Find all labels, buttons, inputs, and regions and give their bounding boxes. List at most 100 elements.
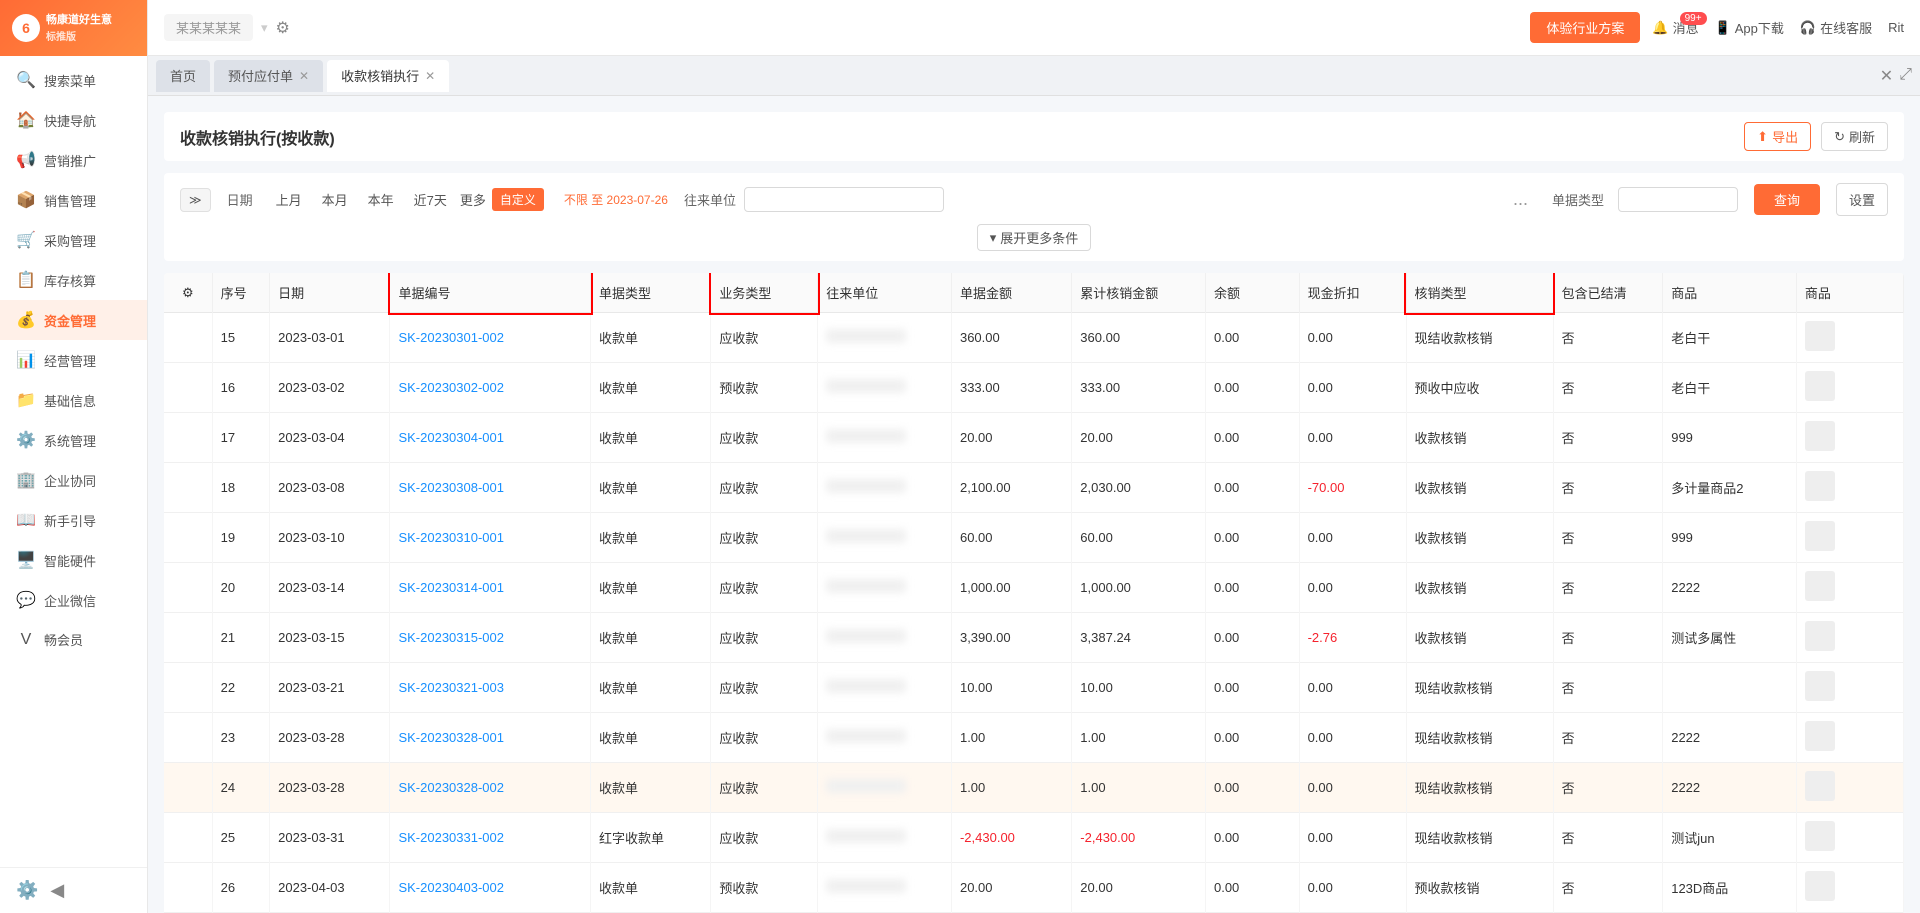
td-voucher-type: 收款单 [591, 613, 711, 663]
sidebar-item-smart-hw[interactable]: 🖥️ 智能硬件 [0, 540, 147, 580]
date-this-month[interactable]: 本月 [315, 187, 355, 212]
voucher-link[interactable]: SK-20230328-001 [398, 730, 504, 745]
sidebar-item-search[interactable]: 🔍 搜索菜单 [0, 60, 147, 100]
maximize-window-icon[interactable]: ⤢ [1899, 66, 1912, 86]
app-download-link[interactable]: 📱 App下载 [1715, 18, 1784, 37]
online-support-link[interactable]: 🎧 在线客服 [1800, 18, 1872, 37]
user-avatar[interactable]: Rit [1888, 20, 1904, 35]
date-more[interactable]: 更多 [460, 190, 486, 209]
voucher-link[interactable]: SK-20230321-003 [398, 680, 504, 695]
sidebar-item-purchase[interactable]: 🛒 采购管理 [0, 220, 147, 260]
th-goods2[interactable]: 商品 [1796, 273, 1903, 313]
sidebar-item-label: 畅会员 [44, 630, 83, 649]
refresh-button[interactable]: ↻ 刷新 [1821, 122, 1888, 151]
voucher-link[interactable]: SK-20230331-002 [398, 830, 504, 845]
th-voucher-type[interactable]: 单据类型 [591, 273, 711, 313]
td-index: 15 [212, 313, 270, 363]
th-biz-type[interactable]: 业务类型 [711, 273, 818, 313]
td-biz-type: 应收款 [711, 713, 818, 763]
td-balance: 0.00 [1205, 863, 1299, 913]
sidebar-item-vip[interactable]: V 畅会员 [0, 620, 147, 659]
expand-more-button[interactable]: ▾ 展开更多条件 [977, 224, 1092, 251]
voucher-link[interactable]: SK-20230315-002 [398, 630, 504, 645]
setting-button[interactable]: 设置 [1836, 183, 1888, 216]
td-index: 23 [212, 713, 270, 763]
table-body: 152023-03-01SK-20230301-002收款单应收款360.003… [164, 313, 1904, 913]
voucher-link[interactable]: SK-20230403-002 [398, 880, 504, 895]
voucher-link[interactable]: SK-20230304-001 [398, 430, 504, 445]
voucher-link[interactable]: SK-20230328-002 [398, 780, 504, 795]
notification-bell[interactable]: 🔔 消息 99+ [1652, 18, 1698, 37]
voucher-link[interactable]: SK-20230302-002 [398, 380, 504, 395]
settings-bottom-icon[interactable]: ⚙️ [16, 880, 38, 901]
sales-icon: 📦 [16, 190, 36, 210]
th-verify-type[interactable]: 核销类型 [1406, 273, 1553, 313]
td-verify-type: 收款核销 [1406, 513, 1553, 563]
th-include-settled[interactable]: 包含已结清 [1553, 273, 1663, 313]
date-this-year[interactable]: 本年 [361, 187, 401, 212]
sidebar-item-guide[interactable]: 📖 新手引导 [0, 500, 147, 540]
td-amount: 1.00 [951, 713, 1071, 763]
sidebar-item-basic-info[interactable]: 📁 基础信息 [0, 380, 147, 420]
sidebar-item-system[interactable]: ⚙️ 系统管理 [0, 420, 147, 460]
td-goods: 测试jun [1663, 813, 1797, 863]
voucher-link[interactable]: SK-20230301-002 [398, 330, 504, 345]
th-date[interactable]: 日期 [270, 273, 390, 313]
th-cash-discount[interactable]: 现金折扣 [1299, 273, 1406, 313]
bell-icon: 🔔 [1652, 20, 1668, 36]
voucher-type-select[interactable] [1618, 187, 1738, 212]
th-voucher-no[interactable]: 单据编号 [390, 273, 591, 313]
td-biz-type: 应收款 [711, 463, 818, 513]
tab-prepay-order[interactable]: 预付应付单 ✕ [214, 60, 323, 92]
sidebar-item-enterprise[interactable]: 🏢 企业协同 [0, 460, 147, 500]
voucher-link[interactable]: SK-20230314-001 [398, 580, 504, 595]
td-checkbox [164, 763, 212, 813]
td-goods [1663, 663, 1797, 713]
solution-button[interactable]: 体验行业方案 [1530, 12, 1640, 43]
date-last-month[interactable]: 上月 [269, 187, 309, 212]
sidebar-logo-subtitle: 标推版 [46, 28, 112, 43]
tab-home[interactable]: 首页 [156, 60, 210, 92]
collapse-icon[interactable]: ◀ [50, 880, 64, 901]
th-settings[interactable]: ⚙ [164, 273, 212, 313]
sidebar-item-sales[interactable]: 📦 销售管理 [0, 180, 147, 220]
voucher-link[interactable]: SK-20230308-001 [398, 480, 504, 495]
settings-gear-icon[interactable]: ⚙ [276, 18, 290, 38]
more-filters-dots[interactable]: ... [1513, 189, 1528, 210]
th-balance[interactable]: 余额 [1205, 273, 1299, 313]
filter-expand-button[interactable]: ≫ [180, 188, 211, 212]
td-voucher-type: 收款单 [591, 513, 711, 563]
tab-receipt-close-icon[interactable]: ✕ [425, 69, 435, 83]
sidebar-item-label: 系统管理 [44, 431, 96, 450]
data-table-wrap: ⚙ 序号 日期 单据编号 单据类型 业务类型 往来单位 单据金额 累计核销金额 … [164, 273, 1904, 913]
date-custom-button[interactable]: 自定义 [492, 188, 544, 211]
counterpart-input[interactable] [744, 187, 944, 212]
td-index: 26 [212, 863, 270, 913]
th-counterpart[interactable]: 往来单位 [818, 273, 952, 313]
sidebar-item-operations[interactable]: 📊 经营管理 [0, 340, 147, 380]
close-window-icon[interactable]: ✕ [1880, 66, 1893, 86]
sidebar-item-quick-nav[interactable]: 🏠 快捷导航 [0, 100, 147, 140]
td-checkbox [164, 863, 212, 913]
td-goods2 [1796, 513, 1903, 563]
export-button[interactable]: ⬆ 导出 [1744, 122, 1811, 151]
tab-prepay-label: 预付应付单 [228, 66, 293, 85]
query-button[interactable]: 查询 [1754, 184, 1820, 215]
th-amount[interactable]: 单据金额 [951, 273, 1071, 313]
sidebar-item-corp-wechat[interactable]: 💬 企业微信 [0, 580, 147, 620]
td-amount: 360.00 [951, 313, 1071, 363]
voucher-link[interactable]: SK-20230310-001 [398, 530, 504, 545]
sidebar-item-marketing[interactable]: 📢 营销推广 [0, 140, 147, 180]
tab-receipt-verify[interactable]: 收款核销执行 ✕ [327, 60, 449, 92]
sidebar-item-inventory[interactable]: 📋 库存核算 [0, 260, 147, 300]
th-cumulative[interactable]: 累计核销金额 [1072, 273, 1206, 313]
td-voucher-type: 收款单 [591, 313, 711, 363]
td-index: 18 [212, 463, 270, 513]
td-index: 21 [212, 613, 270, 663]
th-goods[interactable]: 商品 [1663, 273, 1797, 313]
sidebar-item-finance[interactable]: 💰 资金管理 [0, 300, 147, 340]
logo-icon: 6 [12, 14, 40, 42]
date-7days[interactable]: 近7天 [407, 187, 454, 212]
sidebar-item-label: 资金管理 [44, 311, 96, 330]
tab-prepay-close-icon[interactable]: ✕ [299, 69, 309, 83]
